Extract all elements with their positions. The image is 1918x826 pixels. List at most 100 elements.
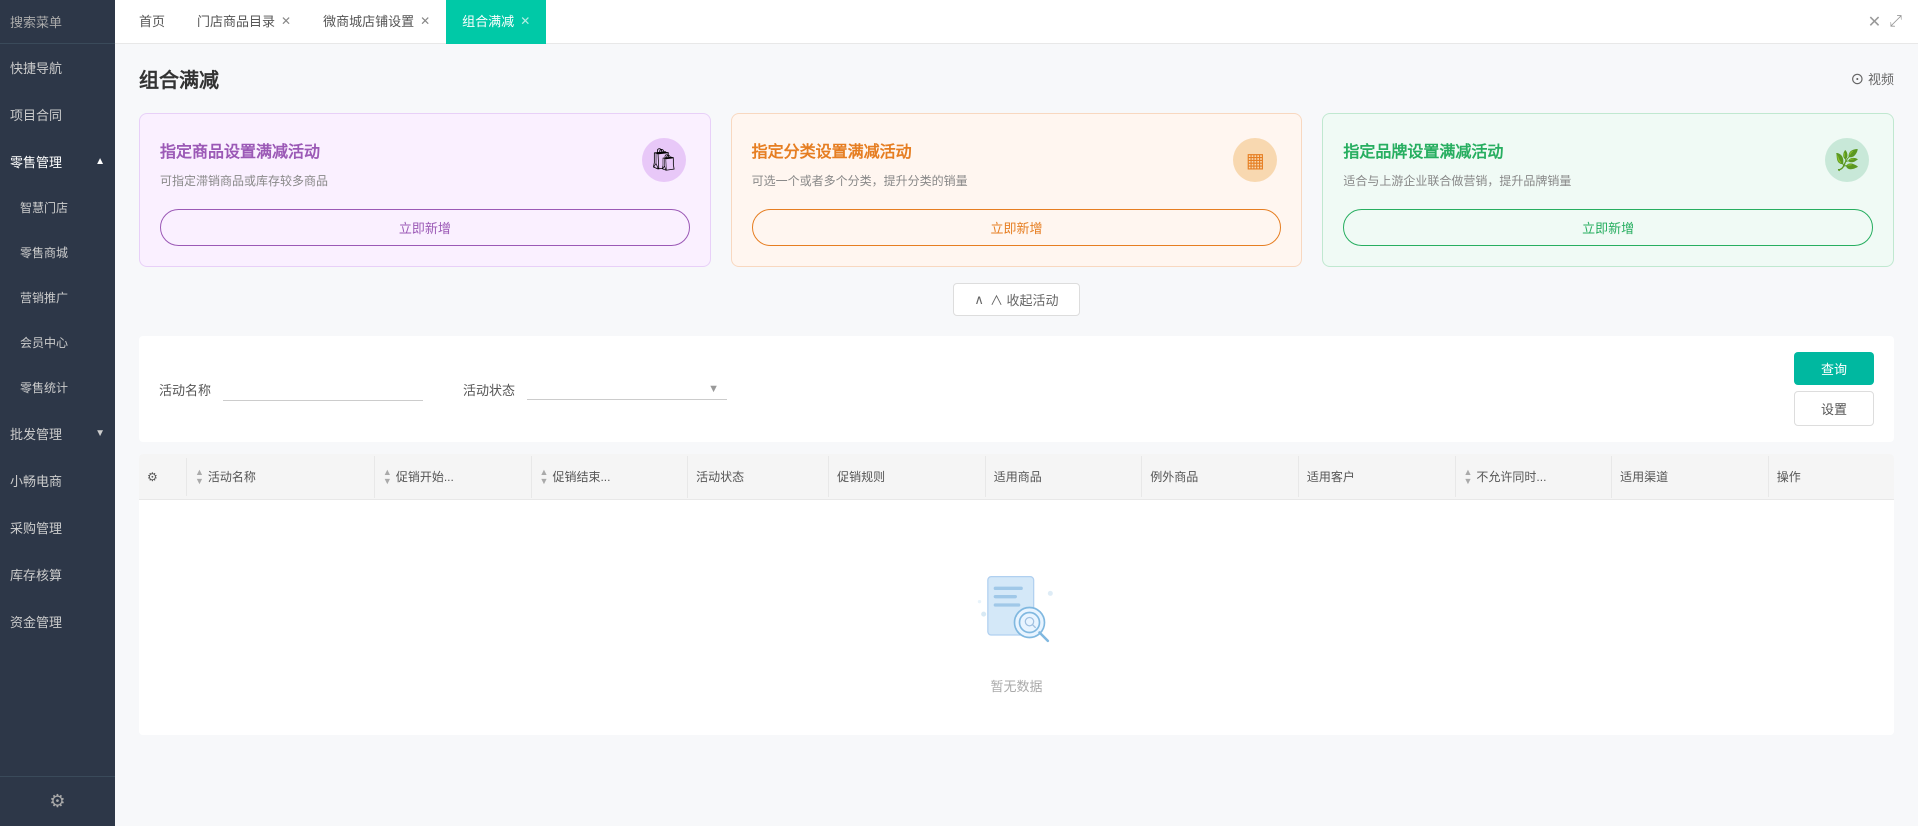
tab-home[interactable]: 首页 xyxy=(123,0,181,44)
fullscreen-icon[interactable]: ⤢ xyxy=(1889,13,1902,31)
main-area: 首页 门店商品目录 ✕ 微商城店铺设置 ✕ 组合满减 ✕ ✕ ⤢ 组合满减 ⊙ … xyxy=(115,0,1918,826)
sort-arrows-icon: ▲▼ xyxy=(540,468,549,486)
collapse-label: ∧ 收起活动 xyxy=(990,290,1059,309)
table-container: ⚙ ▲▼ 活动名称 ▲▼ 促销开始... ▲▼ 促销结束... 活动状态 xyxy=(139,454,1894,735)
table-header: ⚙ ▲▼ 活动名称 ▲▼ 促销开始... ▲▼ 促销结束... 活动状态 xyxy=(139,454,1894,500)
sidebar-label-member-center: 会员中心 xyxy=(20,334,68,351)
sidebar-search-label: 搜索菜单 xyxy=(10,15,62,30)
sidebar-search[interactable]: 搜索菜单 xyxy=(0,0,115,44)
th-promo-start-label: 促销开始... xyxy=(396,468,454,485)
product-card-add-btn[interactable]: 立即新增 xyxy=(160,209,690,246)
product-card-desc: 可指定滞销商品或库存较多商品 xyxy=(160,172,690,189)
th-activity-name[interactable]: ▲▼ 活动名称 xyxy=(187,456,375,498)
sidebar-item-member-center[interactable]: 会员中心 xyxy=(0,320,115,365)
page-header: 组合满减 ⊙ 视频 xyxy=(139,64,1894,93)
sidebar-item-inventory-check[interactable]: 库存核算 xyxy=(0,551,115,598)
sidebar-item-wholesale-mgmt[interactable]: 批发管理 ▼ xyxy=(0,410,115,457)
th-settings[interactable]: ⚙ xyxy=(139,458,187,496)
tab-wechat-store-settings-close[interactable]: ✕ xyxy=(420,14,430,28)
brand-card-desc: 适合与上游企业联合做营销，提升品牌销量 xyxy=(1343,172,1873,189)
sidebar-item-quick-nav[interactable]: 快捷导航 xyxy=(0,44,115,91)
empty-state: 暂无数据 xyxy=(139,500,1894,735)
sidebar-item-smart-store[interactable]: 智慧门店 xyxy=(0,185,115,230)
close-window-icon[interactable]: ✕ xyxy=(1868,12,1881,32)
activity-name-input[interactable] xyxy=(223,377,423,401)
tab-bar: 首页 门店商品目录 ✕ 微商城店铺设置 ✕ 组合满减 ✕ ✕ ⤢ xyxy=(115,0,1918,44)
tab-combo-discount[interactable]: 组合满减 ✕ xyxy=(446,0,546,44)
sidebar-label-purchase-mgmt: 采购管理 xyxy=(10,518,62,537)
page-title: 组合满减 xyxy=(139,64,219,93)
activity-status-field: 活动状态 ▼ xyxy=(463,379,727,400)
category-card-add-btn[interactable]: 立即新增 xyxy=(752,209,1282,246)
brand-card-icon: 🌿 xyxy=(1825,138,1869,182)
empty-state-text: 暂无数据 xyxy=(990,676,1042,695)
th-activity-status-label: 活动状态 xyxy=(696,468,744,485)
brand-card-title: 指定品牌设置满减活动 xyxy=(1343,138,1873,162)
play-circle-icon: ⊙ xyxy=(1851,69,1864,89)
sidebar-item-purchase-mgmt[interactable]: 采购管理 xyxy=(0,504,115,551)
activity-status-label: 活动状态 xyxy=(463,380,515,399)
tab-store-catalog-close[interactable]: ✕ xyxy=(281,14,291,28)
tab-combo-discount-close[interactable]: ✕ xyxy=(520,14,530,28)
empty-state-illustration xyxy=(967,560,1067,660)
sort-arrows-icon: ▲▼ xyxy=(1464,468,1473,486)
th-promo-end-label: 促销结束... xyxy=(552,468,610,485)
sort-arrows-icon: ▲▼ xyxy=(195,468,204,486)
sidebar-label-smart-store: 智慧门店 xyxy=(20,199,68,216)
search-area: 活动名称 活动状态 ▼ 查询 设置 xyxy=(139,336,1894,442)
sort-arrows-icon: ▲▼ xyxy=(383,468,392,486)
sidebar-item-xiaochang-ecom[interactable]: 小畅电商 xyxy=(0,457,115,504)
sidebar-label-quick-nav: 快捷导航 xyxy=(10,58,62,77)
tab-home-label: 首页 xyxy=(139,11,165,30)
sidebar-label-retail-mall: 零售商城 xyxy=(20,244,68,261)
sidebar-label-inventory-check: 库存核算 xyxy=(10,565,62,584)
activity-status-select[interactable]: ▼ xyxy=(527,379,727,400)
th-promo-start[interactable]: ▲▼ 促销开始... xyxy=(375,456,532,498)
video-link[interactable]: ⊙ 视频 xyxy=(1851,69,1894,89)
category-card-title: 指定分类设置满减活动 xyxy=(752,138,1282,162)
sidebar-item-funds-mgmt[interactable]: 资金管理 xyxy=(0,598,115,645)
th-promo-end[interactable]: ▲▼ 促销结束... xyxy=(532,456,689,498)
th-operation-label: 操作 xyxy=(1777,468,1801,485)
th-applicable-channels: 适用渠道 xyxy=(1612,456,1769,497)
search-buttons: 查询 设置 xyxy=(1794,352,1874,426)
th-applicable-products: 适用商品 xyxy=(986,456,1143,497)
tab-combo-discount-label: 组合满减 xyxy=(462,11,514,30)
tab-store-catalog-label: 门店商品目录 xyxy=(197,11,275,30)
th-promo-rule-label: 促销规则 xyxy=(837,468,885,485)
sidebar-item-project-contract[interactable]: 项目合同 xyxy=(0,91,115,138)
collapse-bar: ∧ ∧ 收起活动 xyxy=(139,283,1894,316)
th-operation: 操作 xyxy=(1769,456,1894,497)
tab-wechat-store-settings[interactable]: 微商城店铺设置 ✕ xyxy=(307,0,446,44)
sidebar-label-wholesale-mgmt: 批发管理 xyxy=(10,424,62,443)
page-content: 组合满减 ⊙ 视频 🛍 指定商品设置满减活动 可指定滞销商品或库存较多商品 立即… xyxy=(115,44,1918,826)
dropdown-arrow-icon: ▼ xyxy=(708,383,719,395)
th-applicable-customers-label: 适用客户 xyxy=(1307,468,1355,485)
chevron-down-icon: ▼ xyxy=(95,428,105,439)
sidebar-label-retail-management: 零售管理 xyxy=(10,152,62,171)
tab-wechat-store-settings-label: 微商城店铺设置 xyxy=(323,11,414,30)
sidebar-label-marketing: 营销推广 xyxy=(20,289,68,306)
sidebar-settings[interactable]: ⚙ xyxy=(0,776,115,826)
sidebar-label-retail-stats: 零售统计 xyxy=(20,379,68,396)
sidebar-item-retail-management[interactable]: 零售管理 ▲ xyxy=(0,138,115,185)
th-exception-products: 例外商品 xyxy=(1142,456,1299,497)
shopping-bag-icon: 🛍 xyxy=(650,147,678,173)
category-card-desc: 可选一个或者多个分类，提升分类的销量 xyxy=(752,172,1282,189)
sidebar-item-retail-mall[interactable]: 零售商城 xyxy=(0,230,115,275)
product-card-title: 指定商品设置满减活动 xyxy=(160,138,690,162)
brand-card-add-btn[interactable]: 立即新增 xyxy=(1343,209,1873,246)
settings-button[interactable]: 设置 xyxy=(1794,391,1874,426)
th-applicable-customers: 适用客户 xyxy=(1299,456,1456,497)
chevron-up-icon: ▲ xyxy=(95,156,105,167)
sidebar-item-marketing[interactable]: 营销推广 xyxy=(0,275,115,320)
sidebar-label-funds-mgmt: 资金管理 xyxy=(10,612,62,631)
th-exception-products-label: 例外商品 xyxy=(1150,468,1198,485)
category-card: ▦ 指定分类设置满减活动 可选一个或者多个分类，提升分类的销量 立即新增 xyxy=(731,113,1303,267)
th-no-concurrent[interactable]: ▲▼ 不允许同时... xyxy=(1456,456,1613,498)
tab-store-catalog[interactable]: 门店商品目录 ✕ xyxy=(181,0,307,44)
cards-row: 🛍 指定商品设置满减活动 可指定滞销商品或库存较多商品 立即新增 ▦ 指定分类设… xyxy=(139,113,1894,267)
collapse-activities-btn[interactable]: ∧ ∧ 收起活动 xyxy=(953,283,1079,316)
sidebar-item-retail-stats[interactable]: 零售统计 xyxy=(0,365,115,410)
query-button[interactable]: 查询 xyxy=(1794,352,1874,385)
